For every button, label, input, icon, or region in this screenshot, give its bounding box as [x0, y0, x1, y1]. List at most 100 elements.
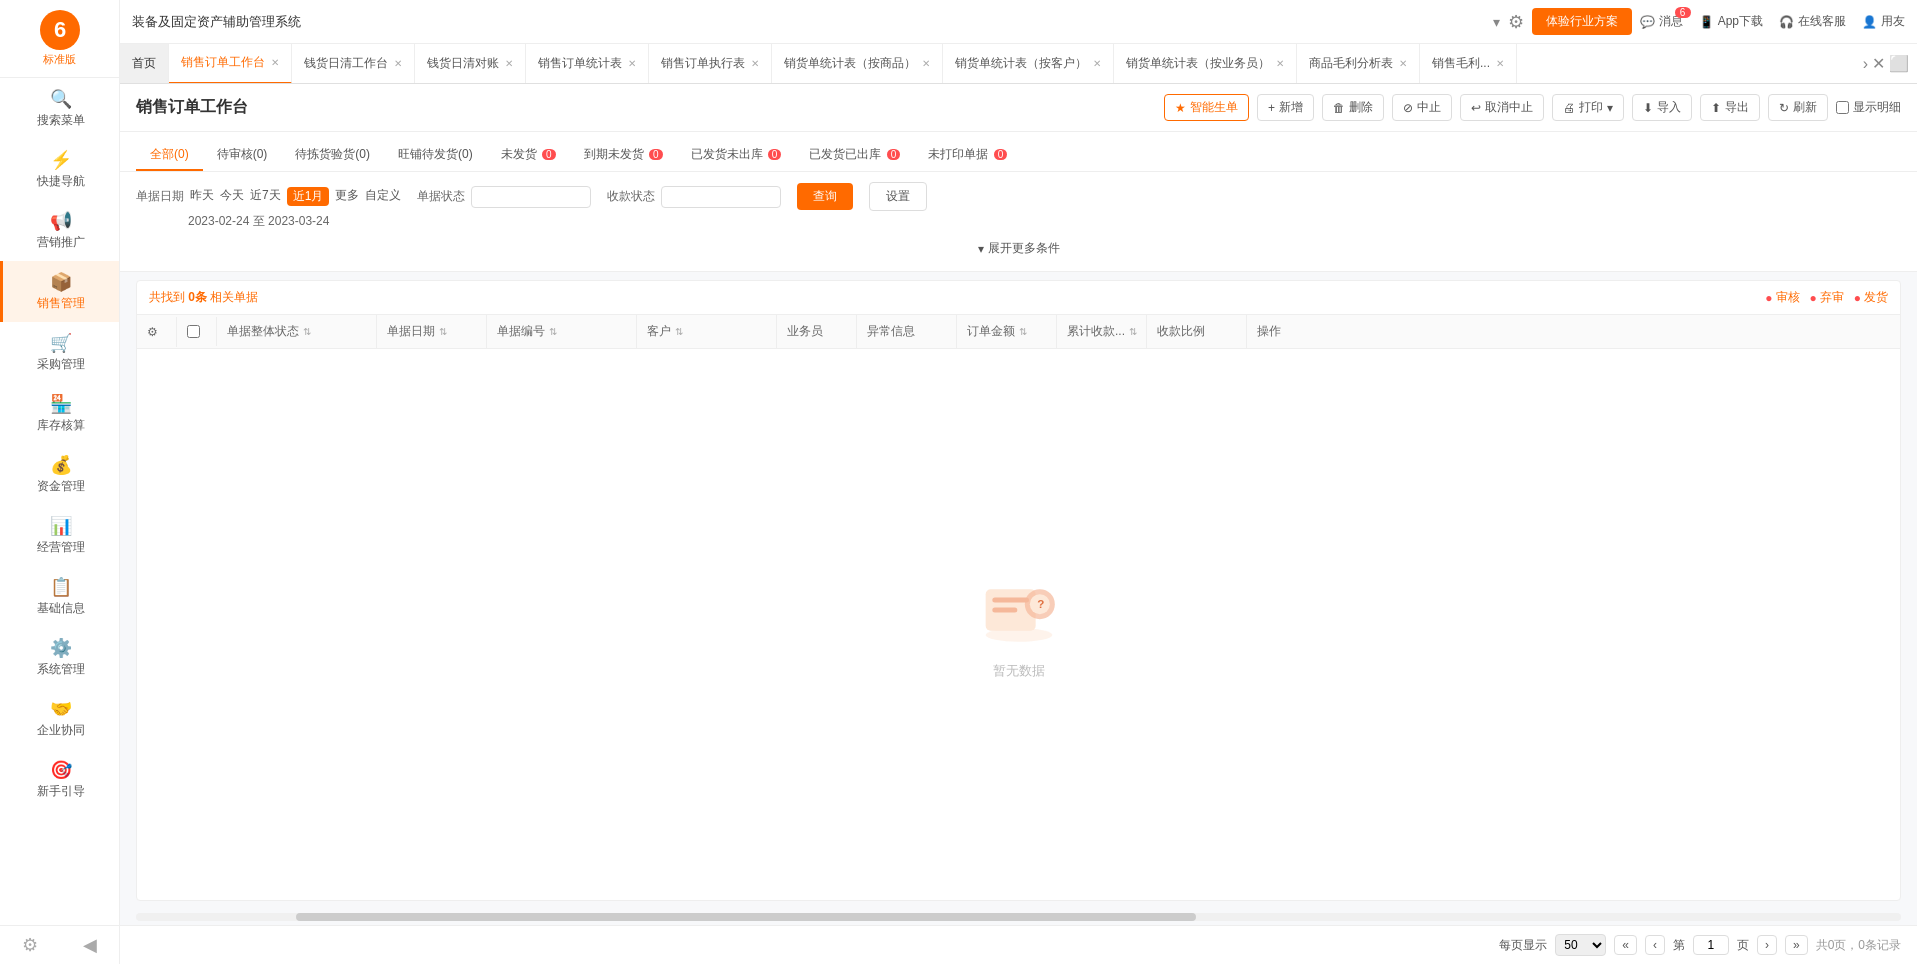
- filter-status-select[interactable]: [471, 186, 591, 208]
- topbar-actions: 💬 消息 6 📱 App下载 🎧 在线客服 👤 用友: [1640, 13, 1905, 30]
- tab-sales-exec[interactable]: 销售订单执行表 ✕: [649, 44, 772, 84]
- user-icon: 👤: [1862, 15, 1877, 29]
- subtab-wangpu[interactable]: 旺铺待发货(0): [384, 140, 487, 171]
- topbar-user[interactable]: 👤 用友: [1862, 13, 1905, 30]
- th-no-sort-icon[interactable]: ⇅: [549, 326, 557, 337]
- tab-sales-workbench[interactable]: 销售订单工作台 ✕: [169, 44, 292, 84]
- sidebar-settings-btn[interactable]: ⚙: [22, 934, 38, 956]
- subtab-shipped-not-out[interactable]: 已发货未出库 0: [677, 140, 796, 171]
- tab-gross-margin[interactable]: 商品毛利分析表 ✕: [1297, 44, 1420, 84]
- tab-sales-by-product[interactable]: 销货单统计表（按商品） ✕: [772, 44, 943, 84]
- tab-cash-daily[interactable]: 钱货日清工作台 ✕: [292, 44, 415, 84]
- date-opt-custom[interactable]: 自定义: [365, 187, 401, 206]
- tab-sales-by-product-close-icon[interactable]: ✕: [922, 58, 930, 69]
- subtab-all[interactable]: 全部(0): [136, 140, 203, 171]
- tab-fullscreen-btn[interactable]: ⬜: [1889, 54, 1909, 73]
- horizontal-scrollbar[interactable]: [136, 913, 1901, 921]
- tab-sales-more-close-icon[interactable]: ✕: [1496, 58, 1504, 69]
- show-detail-checkbox[interactable]: 显示明细: [1836, 99, 1901, 116]
- filter-collection-select[interactable]: [661, 186, 781, 208]
- subtab-pending-inspect[interactable]: 待拣货验货(0): [281, 140, 384, 171]
- topbar-app-download[interactable]: 📱 App下载: [1699, 13, 1763, 30]
- page-first-btn[interactable]: «: [1614, 935, 1637, 955]
- anti-audit-btn[interactable]: ● 弃审: [1810, 289, 1844, 306]
- subtab-shipped-out-count: 0: [887, 149, 901, 160]
- page-last-btn[interactable]: »: [1785, 935, 1808, 955]
- tab-gross-margin-close-icon[interactable]: ✕: [1399, 58, 1407, 69]
- select-all-checkbox[interactable]: [187, 325, 200, 338]
- sidebar-item-corp[interactable]: 🤝 企业协同: [0, 688, 119, 749]
- date-opt-today[interactable]: 今天: [220, 187, 244, 206]
- tab-sales-stat-close-icon[interactable]: ✕: [628, 58, 636, 69]
- th-collected-sort-icon[interactable]: ⇅: [1129, 326, 1137, 337]
- sidebar-item-basic[interactable]: 📋 基础信息: [0, 566, 119, 627]
- th-status-sort-icon[interactable]: ⇅: [303, 326, 311, 337]
- tab-cash-reconcile-close-icon[interactable]: ✕: [505, 58, 513, 69]
- th-gear[interactable]: ⚙: [137, 317, 177, 347]
- sidebar-item-purchase[interactable]: 🛒 采购管理: [0, 322, 119, 383]
- topbar-settings-icon[interactable]: ⚙: [1508, 11, 1524, 33]
- tab-sales-close-icon[interactable]: ✕: [271, 57, 279, 68]
- tab-home[interactable]: 首页: [120, 44, 169, 84]
- subtab-not-shipped[interactable]: 未发货 0: [487, 140, 570, 171]
- page-size-select[interactable]: 50 10 20 100: [1555, 934, 1606, 956]
- scroll-thumb[interactable]: [296, 913, 1196, 921]
- subtab-not-printed[interactable]: 未打印单据 0: [914, 140, 1021, 171]
- delete-button[interactable]: 🗑 删除: [1322, 94, 1384, 121]
- subtab-overdue-not-shipped[interactable]: 到期未发货 0: [570, 140, 677, 171]
- date-opt-yesterday[interactable]: 昨天: [190, 187, 214, 206]
- expand-filter-btn[interactable]: ▾ 展开更多条件: [136, 236, 1901, 261]
- sidebar-item-system[interactable]: ⚙️ 系统管理: [0, 627, 119, 688]
- tab-sales-by-customer-close-icon[interactable]: ✕: [1093, 58, 1101, 69]
- audit-btn[interactable]: ● 审核: [1765, 289, 1799, 306]
- page-number-input[interactable]: [1693, 935, 1729, 955]
- show-detail-input[interactable]: [1836, 101, 1849, 114]
- logo-icon: 6: [40, 10, 80, 50]
- sidebar-item-guide[interactable]: 🎯 新手引导: [0, 749, 119, 810]
- refresh-button[interactable]: ↻ 刷新: [1768, 94, 1828, 121]
- th-amount-sort-icon[interactable]: ⇅: [1019, 326, 1027, 337]
- date-opt-last7[interactable]: 近7天: [250, 187, 281, 206]
- topbar-service[interactable]: 🎧 在线客服: [1779, 13, 1846, 30]
- date-opt-more[interactable]: 更多: [335, 187, 359, 206]
- tab-sales-stat[interactable]: 销售订单统计表 ✕: [526, 44, 649, 84]
- stop-button[interactable]: ⊘ 中止: [1392, 94, 1452, 121]
- tab-close-all-btn[interactable]: ✕: [1872, 54, 1885, 73]
- date-opt-last1month[interactable]: 近1月: [287, 187, 330, 206]
- tab-cash-reconcile[interactable]: 钱货日清对账 ✕: [415, 44, 526, 84]
- query-button[interactable]: 查询: [797, 183, 853, 210]
- setting-button[interactable]: 设置: [869, 182, 927, 211]
- ship-btn[interactable]: ● 发货: [1854, 289, 1888, 306]
- add-button[interactable]: + 新增: [1257, 94, 1314, 121]
- subtab-shipped-out[interactable]: 已发货已出库 0: [795, 140, 914, 171]
- sidebar-item-operation[interactable]: 📊 经营管理: [0, 505, 119, 566]
- cancel-stop-button[interactable]: ↩ 取消中止: [1460, 94, 1544, 121]
- topbar-dropdown-icon[interactable]: ▾: [1493, 14, 1500, 30]
- sidebar-item-marketing[interactable]: 📢 营销推广: [0, 200, 119, 261]
- sidebar-item-quicknav[interactable]: ⚡ 快捷导航: [0, 139, 119, 200]
- subtab-pending[interactable]: 待审核(0): [203, 140, 282, 171]
- th-customer-sort-icon[interactable]: ⇅: [675, 326, 683, 337]
- sidebar-item-finance[interactable]: 💰 资金管理: [0, 444, 119, 505]
- tab-sales-exec-close-icon[interactable]: ✕: [751, 58, 759, 69]
- tab-more-btn[interactable]: ›: [1863, 55, 1868, 73]
- smart-generate-button[interactable]: ★ 智能生单: [1164, 94, 1249, 121]
- tab-sales-by-staff-close-icon[interactable]: ✕: [1276, 58, 1284, 69]
- th-checkbox[interactable]: [177, 317, 217, 346]
- sidebar-collapse-btn[interactable]: ◀: [83, 934, 97, 956]
- tab-sales-by-customer[interactable]: 销货单统计表（按客户） ✕: [943, 44, 1114, 84]
- page-prev-btn[interactable]: ‹: [1645, 935, 1665, 955]
- tab-sales-more[interactable]: 销售毛利... ✕: [1420, 44, 1517, 84]
- tab-sales-by-staff[interactable]: 销货单统计表（按业务员） ✕: [1114, 44, 1297, 84]
- th-date-sort-icon[interactable]: ⇅: [439, 326, 447, 337]
- industry-plan-button[interactable]: 体验行业方案: [1532, 8, 1632, 35]
- sidebar-item-inventory[interactable]: 🏪 库存核算: [0, 383, 119, 444]
- import-button[interactable]: ⬇ 导入: [1632, 94, 1692, 121]
- topbar-message[interactable]: 💬 消息 6: [1640, 13, 1683, 30]
- tab-cash-daily-close-icon[interactable]: ✕: [394, 58, 402, 69]
- sidebar-item-sales[interactable]: 📦 销售管理: [0, 261, 119, 322]
- sidebar-item-search[interactable]: 🔍 搜索菜单: [0, 78, 119, 139]
- print-button[interactable]: 🖨 打印 ▾: [1552, 94, 1624, 121]
- page-next-btn[interactable]: ›: [1757, 935, 1777, 955]
- export-button[interactable]: ⬆ 导出: [1700, 94, 1760, 121]
